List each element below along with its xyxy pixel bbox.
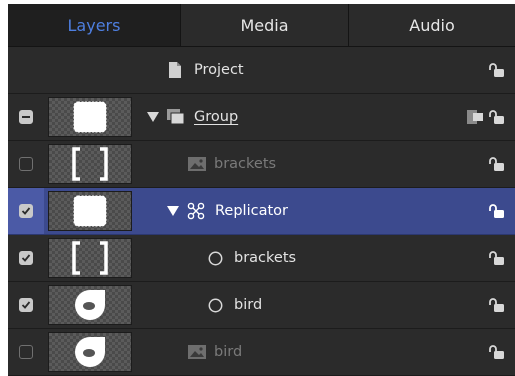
group-stack-icon <box>167 109 185 125</box>
layer-thumbnail <box>48 144 132 184</box>
disclosure-triangle-icon[interactable] <box>147 112 159 122</box>
layer-name[interactable]: brackets <box>214 141 276 187</box>
lock-open-icon[interactable] <box>488 63 504 77</box>
tab-bar: Layers Media Audio <box>8 4 515 47</box>
tab-media[interactable]: Media <box>180 4 348 46</box>
layers-panel: Layers Media Audio Project Group bracket… <box>8 4 515 376</box>
tab-audio[interactable]: Audio <box>348 4 515 46</box>
lock-open-icon[interactable] <box>488 298 504 312</box>
bird-icon <box>75 290 105 320</box>
cell-circle-icon <box>208 251 223 266</box>
layer-row-brackets-cell[interactable]: brackets <box>8 235 515 282</box>
checkmark-icon <box>21 254 31 262</box>
layer-thumbnail <box>48 285 132 325</box>
layer-thumbnail <box>48 238 132 278</box>
layer-row-brackets[interactable]: brackets <box>8 141 515 188</box>
checkbox-unchecked[interactable] <box>19 345 33 359</box>
layer-name[interactable]: Group <box>194 94 238 140</box>
checkbox-cell <box>8 188 44 234</box>
brackets-icon <box>72 241 108 275</box>
layer-name[interactable]: brackets <box>234 235 296 281</box>
checkmark-icon <box>21 301 31 309</box>
document-icon <box>169 62 181 78</box>
white-square-icon <box>73 101 107 133</box>
layer-row-bird[interactable]: bird <box>8 329 515 376</box>
bird-icon <box>75 337 105 367</box>
checkbox-unchecked[interactable] <box>19 157 33 171</box>
lock-open-icon[interactable] <box>488 345 504 359</box>
lock-open-icon[interactable] <box>488 251 504 265</box>
tab-layers[interactable]: Layers <box>8 4 180 46</box>
layer-thumbnail <box>48 191 132 231</box>
dash-icon <box>22 116 30 118</box>
checkbox-checked[interactable] <box>19 204 33 218</box>
layer-row-replicator[interactable]: Replicator <box>8 188 515 235</box>
checkbox-cell <box>8 329 44 375</box>
layer-name[interactable]: Replicator <box>215 188 288 234</box>
white-square-icon <box>73 195 107 227</box>
replicator-icon <box>187 202 205 220</box>
layer-name[interactable]: bird <box>214 329 242 375</box>
layer-row-group[interactable]: Group <box>8 94 515 141</box>
checkbox-checked[interactable] <box>19 298 33 312</box>
checkbox-cell <box>8 235 44 281</box>
checkbox-cell <box>8 282 44 328</box>
cell-circle-icon <box>208 298 223 313</box>
lock-open-icon[interactable] <box>488 157 504 171</box>
checkbox-mixed[interactable] <box>19 110 33 124</box>
layer-name[interactable]: bird <box>234 282 262 328</box>
image-icon <box>188 345 206 359</box>
project-label: Project <box>194 62 244 78</box>
image-icon <box>188 157 206 171</box>
brackets-icon <box>72 147 108 181</box>
disclosure-triangle-icon[interactable] <box>167 206 179 216</box>
checkmark-icon <box>21 207 31 215</box>
lock-open-icon[interactable] <box>488 110 504 124</box>
checkbox-cell <box>8 94 44 140</box>
layer-thumbnail <box>48 97 132 137</box>
layer-row-bird-cell[interactable]: bird <box>8 282 515 329</box>
project-row[interactable]: Project <box>8 47 515 94</box>
checkbox-cell <box>8 141 44 187</box>
checkbox-checked[interactable] <box>19 251 33 265</box>
lock-open-icon[interactable] <box>488 204 504 218</box>
drop-zone-icon[interactable] <box>467 110 483 124</box>
layer-thumbnail <box>48 332 132 372</box>
